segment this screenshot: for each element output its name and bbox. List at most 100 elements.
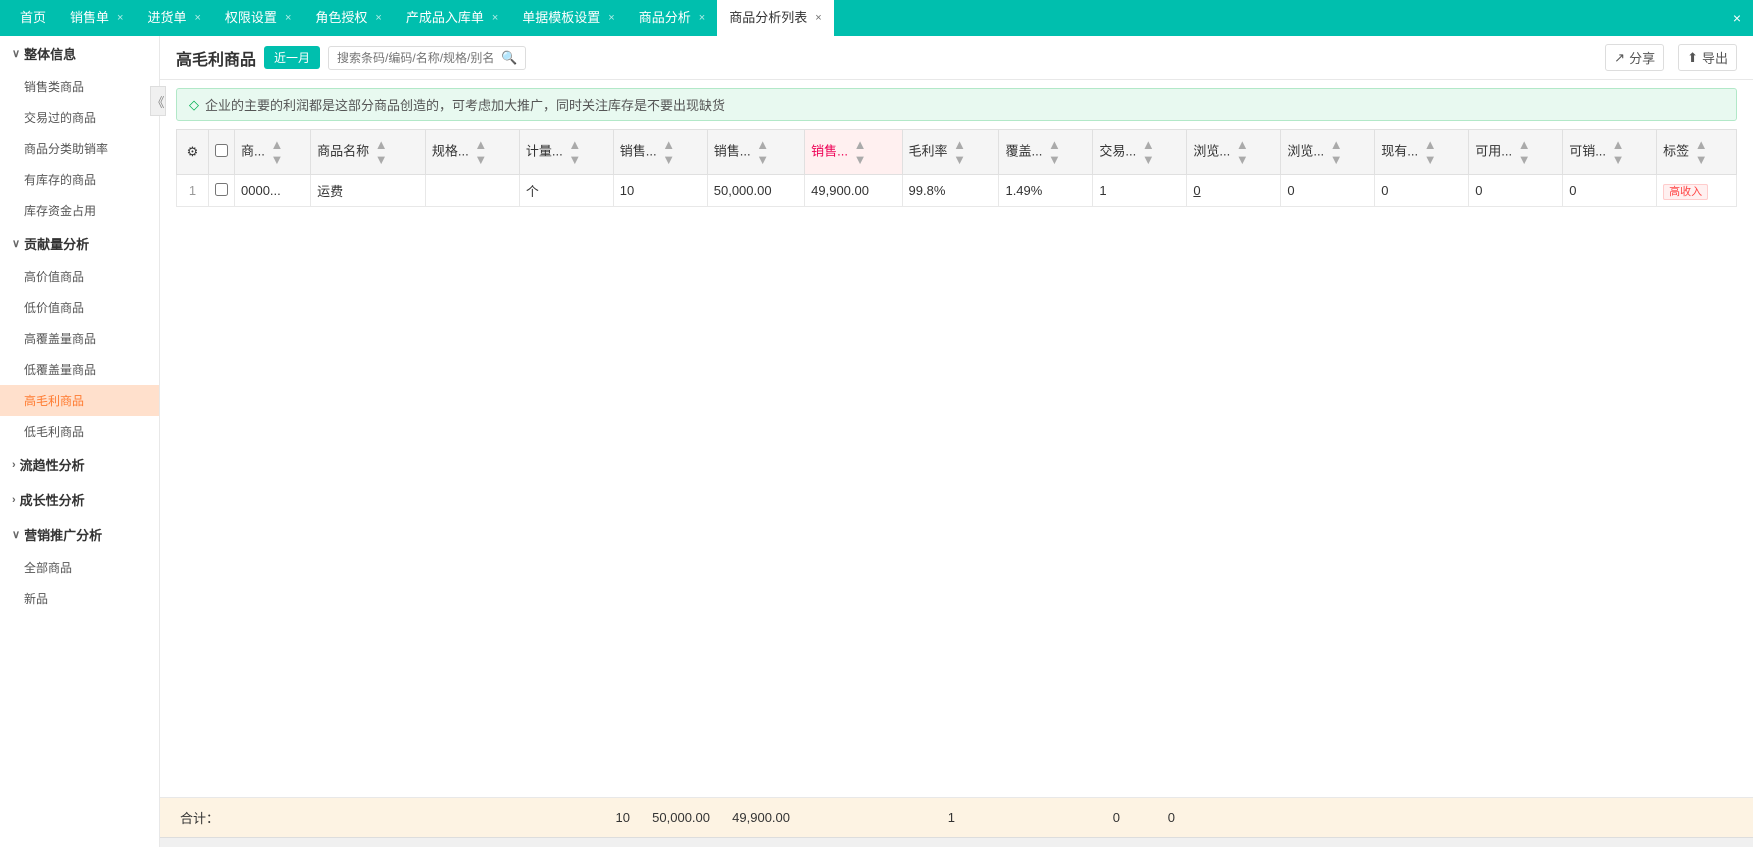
nav-purchase-order[interactable]: 进货单 × bbox=[135, 0, 212, 36]
footer-transaction: 1 bbox=[906, 806, 961, 829]
col-coverage-sort: ▲▼ bbox=[1048, 137, 1061, 167]
col-checkbox bbox=[209, 130, 235, 175]
col-name-sort: ▲▼ bbox=[375, 137, 388, 167]
footer-empty2 bbox=[386, 814, 466, 822]
sidebar-item-category-rate[interactable]: 商品分类助销率 bbox=[0, 133, 159, 164]
sidebar-item-high-coverage[interactable]: 高覆盖量商品 bbox=[0, 323, 159, 354]
col-coverage[interactable]: 覆盖... ▲▼ bbox=[999, 130, 1093, 175]
sidebar-group-growth-label: 成长性分析 bbox=[20, 490, 85, 509]
col-transaction-sort: ▲▼ bbox=[1142, 137, 1155, 167]
col-tag[interactable]: 标签 ▲▼ bbox=[1657, 130, 1737, 175]
nav-purchase-close[interactable]: × bbox=[194, 0, 200, 36]
nav-template-label: 单据模板设置 bbox=[522, 0, 600, 36]
nav-analysis-close[interactable]: × bbox=[699, 0, 705, 36]
col-code[interactable]: 商... ▲▼ bbox=[235, 130, 311, 175]
col-gross-margin[interactable]: 毛利率 ▲▼ bbox=[902, 130, 999, 175]
search-input[interactable] bbox=[337, 51, 497, 65]
nav-permissions[interactable]: 权限设置 × bbox=[213, 0, 303, 36]
footer-empty4 bbox=[526, 814, 581, 822]
filter-last-month-button[interactable]: 近一月 bbox=[264, 46, 320, 69]
col-code-sort: ▲▼ bbox=[270, 137, 283, 167]
col-transaction[interactable]: 交易... ▲▼ bbox=[1093, 130, 1187, 175]
col-browse2[interactable]: 浏览... ▲▼ bbox=[1281, 130, 1375, 175]
sidebar-group-growth[interactable]: › 成长性分析 bbox=[0, 482, 159, 517]
share-button[interactable]: ↗ 分享 bbox=[1605, 44, 1664, 71]
sidebar-item-high-value[interactable]: 高价值商品 bbox=[0, 261, 159, 292]
col-code-label: 商... bbox=[241, 143, 265, 158]
sidebar: ∨ 整体信息 销售类商品 交易过的商品 商品分类助销率 有库存的商品 库存资金占… bbox=[0, 36, 160, 847]
row-checkbox[interactable] bbox=[215, 183, 228, 196]
col-sales-qty[interactable]: 销售... ▲▼ bbox=[613, 130, 707, 175]
col-current-stock-sort: ▲▼ bbox=[1424, 137, 1437, 167]
nav-analysis-list-close[interactable]: × bbox=[815, 0, 821, 36]
col-sales-amount[interactable]: 销售... ▲▼ bbox=[707, 130, 804, 175]
nav-permissions-close[interactable]: × bbox=[285, 0, 291, 36]
footer-sales-qty: 10 bbox=[581, 806, 636, 829]
sidebar-item-all-goods[interactable]: 全部商品 bbox=[0, 552, 159, 583]
bottom-scrollbar[interactable] bbox=[160, 837, 1753, 847]
sidebar-collapse-button[interactable]: 《 bbox=[150, 86, 166, 116]
row-unit: 个 bbox=[519, 175, 613, 207]
row-transaction: 1 bbox=[1093, 175, 1187, 207]
trend-expand-icon: › bbox=[12, 459, 16, 471]
col-current-stock[interactable]: 现有... ▲▼ bbox=[1375, 130, 1469, 175]
sidebar-group-marketing[interactable]: ∨ 营销推广分析 bbox=[0, 517, 159, 552]
footer-empty1 bbox=[336, 814, 386, 822]
nav-sales-order[interactable]: 销售单 × bbox=[58, 0, 135, 36]
sidebar-item-in-stock[interactable]: 有库存的商品 bbox=[0, 164, 159, 195]
col-browse1-sort: ▲▼ bbox=[1236, 137, 1249, 167]
window-close-icon[interactable]: × bbox=[1733, 10, 1741, 26]
row-browse1[interactable]: 0 bbox=[1187, 175, 1281, 207]
sidebar-group-trend[interactable]: › 流趋性分析 bbox=[0, 447, 159, 482]
product-table: ⚙ 商... ▲▼ 商品名称 ▲▼ bbox=[176, 129, 1737, 207]
col-settings[interactable]: ⚙ bbox=[177, 130, 209, 175]
nav-home[interactable]: 首页 bbox=[8, 0, 58, 36]
share-label: 分享 bbox=[1629, 48, 1655, 67]
col-unit[interactable]: 计量... ▲▼ bbox=[519, 130, 613, 175]
nav-roles[interactable]: 角色授权 × bbox=[303, 0, 393, 36]
sidebar-item-stock-funds[interactable]: 库存资金占用 bbox=[0, 195, 159, 226]
sidebar-item-new-goods[interactable]: 新品 bbox=[0, 583, 159, 614]
search-icon[interactable]: 🔍 bbox=[501, 50, 517, 66]
info-icon: ◇ bbox=[189, 97, 199, 113]
nav-sales-close[interactable]: × bbox=[117, 0, 123, 36]
nav-finished-goods[interactable]: 产成品入库单 × bbox=[394, 0, 510, 36]
sidebar-group-contribution[interactable]: ∨ 贡献量分析 bbox=[0, 226, 159, 261]
sidebar-item-low-margin[interactable]: 低毛利商品 bbox=[0, 416, 159, 447]
nav-analysis-label: 商品分析 bbox=[639, 0, 691, 36]
sidebar-group-overall[interactable]: ∨ 整体信息 bbox=[0, 36, 159, 71]
nav-template-close[interactable]: × bbox=[608, 0, 614, 36]
table-container[interactable]: ⚙ 商... ▲▼ 商品名称 ▲▼ bbox=[160, 129, 1753, 797]
nav-finished-close[interactable]: × bbox=[492, 0, 498, 36]
nav-permissions-label: 权限设置 bbox=[225, 0, 277, 36]
select-all-checkbox[interactable] bbox=[215, 144, 228, 157]
col-name[interactable]: 商品名称 ▲▼ bbox=[311, 130, 426, 175]
nav-template-settings[interactable]: 单据模板设置 × bbox=[510, 0, 626, 36]
col-spec[interactable]: 规格... ▲▼ bbox=[425, 130, 519, 175]
sidebar-item-traded-goods[interactable]: 交易过的商品 bbox=[0, 102, 159, 133]
overall-collapse-icon: ∨ bbox=[12, 47, 20, 60]
footer-available: 0 bbox=[1126, 806, 1181, 829]
export-button[interactable]: ⬆ 导出 bbox=[1678, 44, 1737, 71]
nav-roles-close[interactable]: × bbox=[375, 0, 381, 36]
row-sales-amount: 50,000.00 bbox=[707, 175, 804, 207]
col-browse1[interactable]: 浏览... ▲▼ bbox=[1187, 130, 1281, 175]
nav-product-analysis[interactable]: 商品分析 × bbox=[627, 0, 717, 36]
row-coverage: 1.49% bbox=[999, 175, 1093, 207]
col-spec-label: 规格... bbox=[432, 143, 469, 158]
table-header-row: ⚙ 商... ▲▼ 商品名称 ▲▼ bbox=[177, 130, 1737, 175]
nav-analysis-list[interactable]: 商品分析列表 × bbox=[717, 0, 833, 36]
export-icon: ⬆ bbox=[1687, 50, 1698, 66]
sidebar-item-sales-goods[interactable]: 销售类商品 bbox=[0, 71, 159, 102]
sidebar-item-low-coverage[interactable]: 低覆盖量商品 bbox=[0, 354, 159, 385]
footer-empty3 bbox=[466, 814, 526, 822]
sidebar-item-low-value[interactable]: 低价值商品 bbox=[0, 292, 159, 323]
col-sellable[interactable]: 可销... ▲▼ bbox=[1563, 130, 1657, 175]
col-browse1-label: 浏览... bbox=[1193, 143, 1230, 158]
settings-icon[interactable]: ⚙ bbox=[187, 144, 199, 159]
col-available[interactable]: 可用... ▲▼ bbox=[1469, 130, 1563, 175]
sidebar-item-high-margin[interactable]: 高毛利商品 bbox=[0, 385, 159, 416]
col-sales-cost[interactable]: 销售... ▲▼ bbox=[805, 130, 902, 175]
col-sales-qty-sort: ▲▼ bbox=[662, 137, 675, 167]
nav-sales-label: 销售单 bbox=[70, 0, 109, 36]
